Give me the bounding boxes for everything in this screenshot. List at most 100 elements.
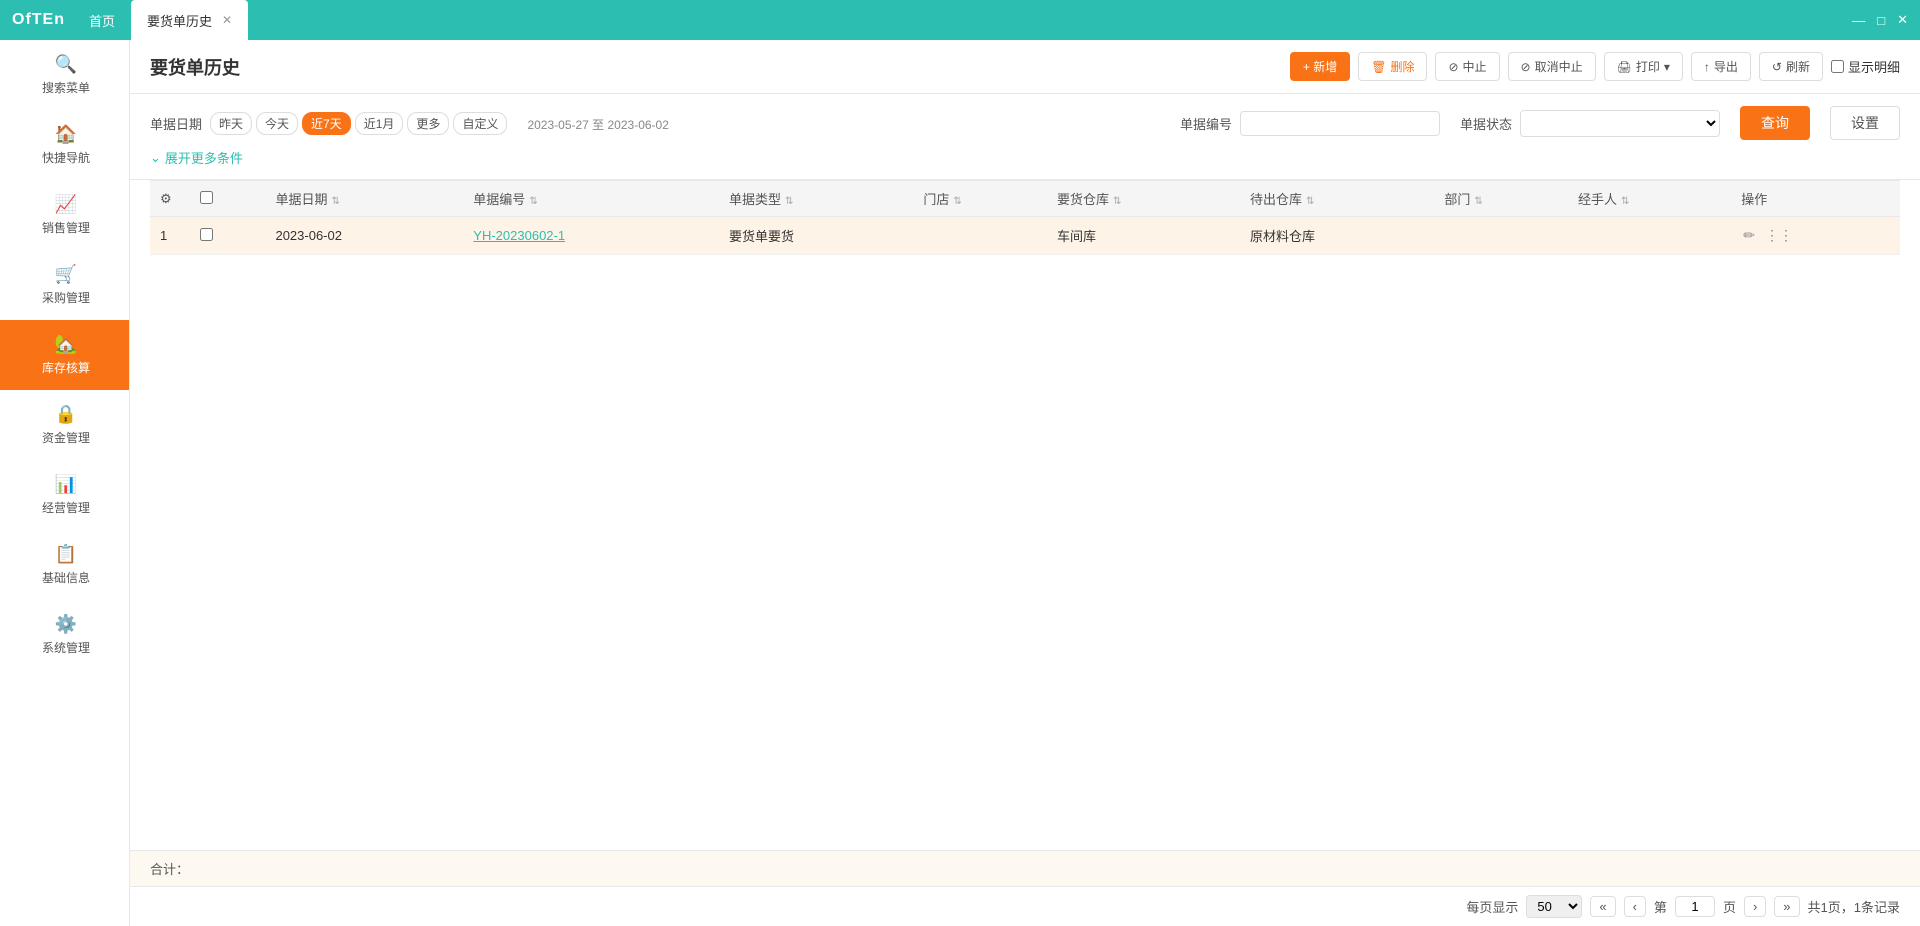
export-button[interactable]: ↑ 导出 (1691, 52, 1751, 81)
close-btn[interactable]: ✕ (1897, 12, 1908, 28)
date-btn-custom[interactable]: 自定义 (453, 112, 507, 135)
cell-handler (1568, 217, 1731, 255)
sidebar-item-operations[interactable]: 📊 经营管理 (0, 460, 129, 530)
delete-button[interactable]: 🗑 删除 (1358, 52, 1427, 81)
sidebar-item-search-menu[interactable]: 🔍 搜索菜单 (0, 40, 129, 110)
sidebar-item-inventory[interactable]: 🏡 库存核算 (0, 320, 129, 390)
sidebar-item-label: 基础信息 (42, 569, 90, 586)
date-btn-today[interactable]: 今天 (256, 112, 298, 135)
sort-doc-number-icon: ⇅ (529, 196, 537, 207)
page-header: 要货单历史 + 新增 🗑 删除 ⊘ 中止 ⊘ 取消中止 🖨 打印 (130, 40, 1920, 94)
print-button[interactable]: 🖨 打印 ▾ (1604, 52, 1683, 81)
doc-number-input[interactable] (1240, 111, 1440, 136)
expand-conditions-btn[interactable]: ⌄ 展开更多条件 (150, 148, 1900, 167)
display-detail-label[interactable]: 显示明细 (1848, 57, 1900, 76)
more-icon[interactable]: ⋮⋮ (1763, 225, 1795, 246)
stop-icon: ⊘ (1448, 60, 1458, 74)
sidebar-item-system[interactable]: ⚙️ 系统管理 (0, 600, 129, 670)
sidebar-item-finance[interactable]: 🔒 资金管理 (0, 390, 129, 460)
row-checkbox[interactable] (200, 228, 213, 241)
select-all-checkbox[interactable] (200, 191, 213, 204)
print-icon: 🖨 (1617, 60, 1632, 74)
th-department[interactable]: 部门⇅ (1434, 181, 1568, 217)
prev-page-btn[interactable]: ‹ (1624, 896, 1646, 917)
sort-department-icon: ⇅ (1474, 196, 1482, 207)
checkbox-header[interactable] (190, 181, 265, 217)
operations-icon: 📊 (55, 474, 77, 495)
sidebar: 🔍 搜索菜单 🏠 快捷导航 📈 销售管理 🛒 采购管理 🏡 库存核算 🔒 资金管… (0, 40, 130, 926)
content-area: 要货单历史 + 新增 🗑 删除 ⊘ 中止 ⊘ 取消中止 🖨 打印 (130, 40, 1920, 926)
refresh-button[interactable]: ↺ 刷新 (1759, 52, 1823, 81)
maximize-btn[interactable]: □ (1877, 13, 1885, 28)
stop-button[interactable]: ⊘ 中止 (1435, 52, 1499, 81)
th-store[interactable]: 门店⇅ (913, 181, 1047, 217)
pagination-bar: 每页显示 50 20 100 « ‹ 第 页 › » 共1页，1条记录 (130, 886, 1920, 926)
date-btn-yesterday[interactable]: 昨天 (210, 112, 252, 135)
sidebar-item-quick-nav[interactable]: 🏠 快捷导航 (0, 110, 129, 180)
th-req-warehouse[interactable]: 要货仓库⇅ (1047, 181, 1240, 217)
brand-logo: OfTEn (12, 11, 65, 29)
data-table: ⚙ 单据日期⇅ 单据编号⇅ 单据类型⇅ 门店⇅ (150, 180, 1900, 255)
display-detail-area: 显示明细 (1831, 57, 1900, 76)
per-page-select[interactable]: 50 20 100 (1526, 895, 1582, 918)
date-btn-1month[interactable]: 近1月 (355, 112, 404, 135)
cancel-stop-icon: ⊘ (1521, 60, 1531, 74)
cancel-stop-button[interactable]: ⊘ 取消中止 (1508, 52, 1596, 81)
display-detail-checkbox[interactable] (1831, 60, 1844, 73)
doc-status-label: 单据状态 (1460, 114, 1512, 133)
page-number-input[interactable] (1675, 896, 1715, 917)
date-btn-7days[interactable]: 近7天 (302, 112, 351, 135)
gear-header[interactable]: ⚙ (150, 181, 190, 217)
doc-status-select[interactable] (1520, 110, 1720, 137)
doc-number-link[interactable]: YH-20230602-1 (473, 228, 565, 243)
minimize-btn[interactable]: — (1852, 13, 1865, 28)
basic-info-icon: 📋 (55, 544, 77, 565)
first-page-btn[interactable]: « (1590, 896, 1615, 917)
home-icon: 🏠 (55, 124, 77, 145)
th-pending-warehouse[interactable]: 待出仓库⇅ (1240, 181, 1434, 217)
sidebar-item-label: 搜索菜单 (42, 79, 90, 96)
th-handler[interactable]: 经手人⇅ (1568, 181, 1731, 217)
cell-department (1434, 217, 1568, 255)
tab-requisition-history[interactable]: 要货单历史 ✕ (131, 0, 248, 40)
cell-checkbox[interactable] (190, 217, 265, 255)
th-doc-date[interactable]: 单据日期⇅ (265, 181, 463, 217)
settings-button[interactable]: 设置 (1830, 106, 1900, 140)
header-actions: + 新增 🗑 删除 ⊘ 中止 ⊘ 取消中止 🖨 打印 ▾ (1290, 52, 1900, 81)
sidebar-item-basic-info[interactable]: 📋 基础信息 (0, 530, 129, 600)
doc-status-filter-group: 单据状态 (1460, 110, 1720, 137)
system-icon: ⚙️ (55, 614, 77, 635)
table-row: 1 2023-06-02 YH-20230602-1 要货单要货 车间库 原材料… (150, 217, 1900, 255)
tab-close-icon[interactable]: ✕ (222, 13, 232, 27)
th-doc-number[interactable]: 单据编号⇅ (463, 181, 719, 217)
filter-row-1: 单据日期 昨天 今天 近7天 近1月 更多 自定义 2023-05-27 至 2… (150, 106, 1900, 140)
edit-icon[interactable]: ✏ (1741, 225, 1757, 246)
delete-icon: 🗑 (1371, 60, 1386, 74)
next-page-btn[interactable]: › (1744, 896, 1766, 917)
export-icon: ↑ (1704, 60, 1710, 74)
cell-store (913, 217, 1047, 255)
filter-area: 单据日期 昨天 今天 近7天 近1月 更多 自定义 2023-05-27 至 2… (130, 94, 1920, 180)
cell-doc-type: 要货单要货 (719, 217, 913, 255)
date-buttons: 昨天 今天 近7天 近1月 更多 自定义 (210, 112, 507, 135)
query-button[interactable]: 查询 (1740, 106, 1810, 140)
cell-seq: 1 (150, 217, 190, 255)
sidebar-item-sales[interactable]: 📈 销售管理 (0, 180, 129, 250)
per-page-label: 每页显示 (1466, 897, 1518, 916)
table-header-row: ⚙ 单据日期⇅ 单据编号⇅ 单据类型⇅ 门店⇅ (150, 181, 1900, 217)
sidebar-item-purchase[interactable]: 🛒 采购管理 (0, 250, 129, 320)
top-bar: OfTEn 首页 要货单历史 ✕ — □ ✕ (0, 0, 1920, 40)
sort-doc-date-icon: ⇅ (331, 196, 339, 207)
last-page-btn[interactable]: » (1774, 896, 1799, 917)
row-action-icons: ✏ ⋮⋮ (1741, 225, 1890, 246)
date-btn-more[interactable]: 更多 (407, 112, 449, 135)
new-button[interactable]: + 新增 (1290, 52, 1350, 81)
sort-store-icon: ⇅ (953, 196, 961, 207)
th-doc-type[interactable]: 单据类型⇅ (719, 181, 913, 217)
cell-actions: ✏ ⋮⋮ (1731, 217, 1900, 255)
footer-total-label: 合计： (150, 859, 189, 878)
cell-doc-date: 2023-06-02 (265, 217, 463, 255)
doc-number-filter-group: 单据编号 (1180, 111, 1440, 136)
tab-home[interactable]: 首页 (73, 0, 131, 40)
cell-doc-number: YH-20230602-1 (463, 217, 719, 255)
